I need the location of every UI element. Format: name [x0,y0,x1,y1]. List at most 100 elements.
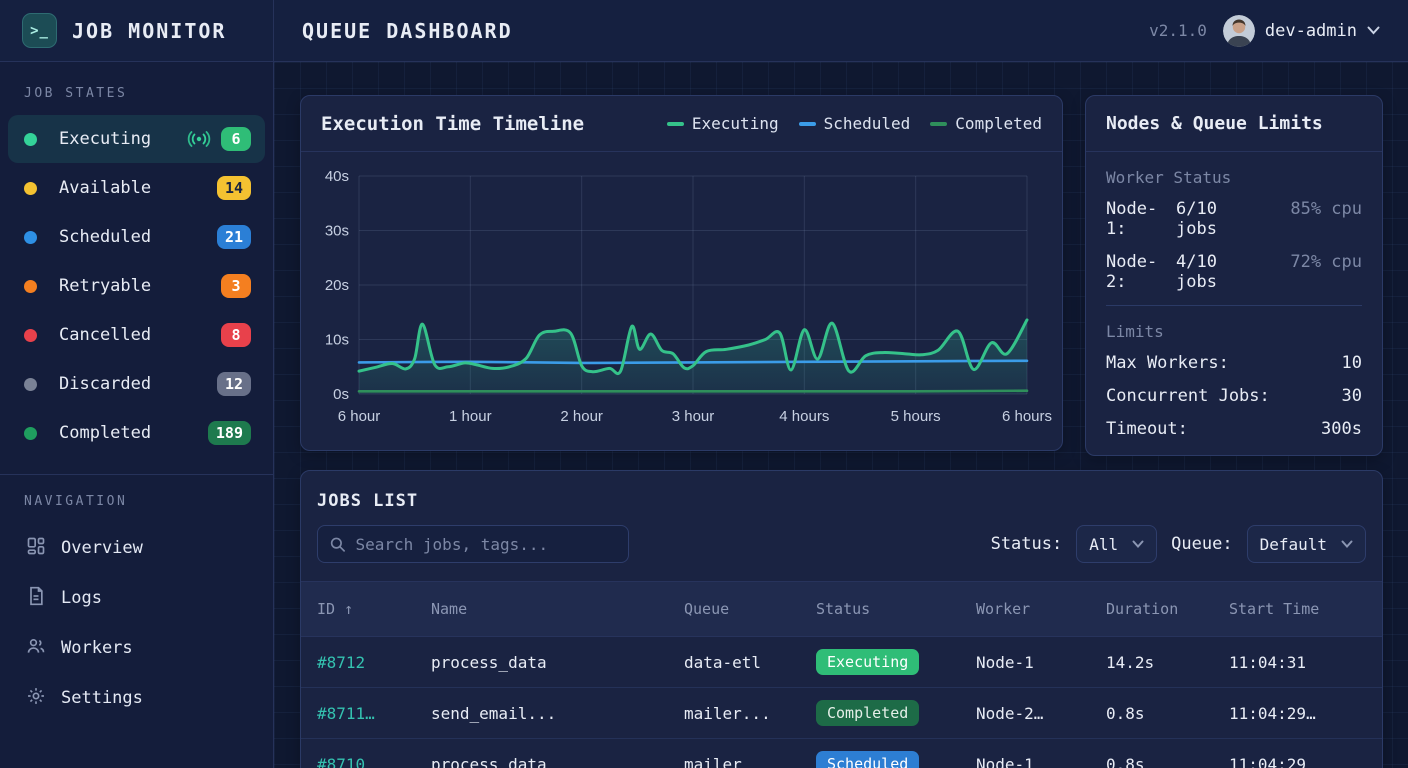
state-label: Available [59,178,152,198]
sidebar: JOB STATES Executing 6 Available 14 Sche… [0,62,274,768]
nav-label: Logs [61,588,102,608]
column-header[interactable]: Worker [976,600,1106,618]
jobs-list-title: JOBS LIST [317,491,419,511]
job-id-link[interactable]: #8711… [317,704,431,723]
column-header[interactable]: Start Time [1229,600,1382,618]
state-dot-icon [24,181,37,195]
legend-item[interactable]: Scheduled [798,114,910,133]
queue-filter-value: Default [1259,534,1327,554]
state-dot-icon [24,377,37,391]
search-box [317,525,629,563]
table-row[interactable]: #8712 process_data data-etl Executing No… [301,637,1382,688]
sidebar-nav-item[interactable]: Logs [0,573,273,623]
svg-text:10s: 10s [325,332,349,349]
limit-row: Concurrent Jobs: 30 [1106,386,1362,406]
worker-status-list: Node-1: 6/10 jobs 85% cpu Node-2: 4/10 jobs 7… [1106,199,1362,292]
column-header[interactable]: Status [816,600,976,618]
legend-label: Completed [955,114,1042,133]
status-filter-select[interactable]: All [1076,525,1158,563]
top-header: >_ JOB MONITOR QUEUE DASHBOARD v2.1.0 de… [0,0,1408,62]
legend-item[interactable]: Executing [666,114,779,133]
search-input[interactable] [355,534,616,554]
svg-text:6 hour: 6 hour [338,408,381,425]
sidebar-nav-item[interactable]: Overview [0,523,273,573]
column-header[interactable]: Queue [684,600,816,618]
legend-item[interactable]: Completed [930,114,1042,133]
app-title: JOB MONITOR [72,18,227,43]
jobs-table-body: #8712 process_data data-etl Executing No… [301,637,1382,768]
sidebar-divider [0,474,273,475]
job-start-time: 11:04:29 [1229,754,1307,768]
main-content: Execution Time Timeline Executing Schedul… [274,62,1408,768]
sidebar-nav-item[interactable]: Workers [0,623,273,673]
table-row[interactable]: #8711… send_email... mailer... Completed… [301,688,1382,739]
column-header[interactable]: Duration [1106,600,1229,618]
limits-heading: Limits [1106,322,1164,341]
sidebar-state-item[interactable]: Available 14 [8,164,265,212]
queue-filter-select[interactable]: Default [1246,525,1366,563]
state-count-badge: 6 [221,127,251,151]
job-queue: data-etl [684,652,762,672]
job-start-time: 11:04:31 [1229,652,1307,672]
app-brand: >_ JOB MONITOR [0,0,274,61]
nav-label: Settings [61,688,143,708]
svg-text:5 hours: 5 hours [891,408,941,425]
sidebar-state-item[interactable]: Executing 6 [8,115,265,163]
job-states-heading: JOB STATES [24,86,128,101]
state-count-badge: 189 [207,421,251,445]
state-dot-icon [24,279,37,293]
nodes-limits-panel: Nodes & Queue Limits Worker Status Node-… [1085,95,1383,456]
job-queue: mailer... [684,703,771,723]
state-count-badge: 8 [221,323,251,347]
state-label: Discarded [59,374,152,394]
navigation-heading: NAVIGATION [24,494,128,509]
job-worker: Node-1 [976,754,1034,768]
sidebar-state-item[interactable]: Retryable 3 [8,262,265,310]
grid-icon [26,536,46,561]
legend-label: Executing [691,114,779,133]
job-queue: mailer [684,754,742,768]
timeline-chart: 0s 10s 20s 30s 40s 6 hour 1 hour 2 hour 3 hour 4 … [301,152,1062,445]
column-header[interactable]: Name [431,600,684,618]
state-dot-icon [24,328,37,342]
svg-text:2 hour: 2 hour [560,408,603,425]
jobs-table-header: ID ↑ Name Queue Status Worker Duration Start T… [301,581,1382,637]
legend-swatch [666,121,684,126]
sidebar-state-item[interactable]: Completed 189 [8,409,265,457]
job-name: send_email... [431,703,557,723]
state-label: Scheduled [59,227,152,247]
jobs-list-panel: JOBS LIST Status: All Queue: Default [300,470,1383,768]
column-header[interactable]: ID ↑ [317,600,431,618]
page-title: QUEUE DASHBOARD [302,18,513,43]
limit-label: Timeout: [1106,419,1188,439]
sidebar-state-item[interactable]: Discarded 12 [8,360,265,408]
worker-status-row: Node-1: 6/10 jobs 85% cpu [1106,199,1362,239]
limit-label: Concurrent Jobs: [1106,386,1270,406]
state-count-badge: 21 [216,225,251,249]
job-name: process_data [431,652,547,672]
user-menu[interactable]: dev-admin [1222,14,1380,47]
sidebar-state-item[interactable]: Scheduled 21 [8,213,265,261]
legend-swatch [930,121,948,126]
sidebar-state-item[interactable]: Cancelled 8 [8,311,265,359]
svg-text:3 hour: 3 hour [672,408,715,425]
users-icon [26,636,46,661]
navigation-list: Overview Logs Workers Settings [0,523,273,723]
limit-value: 10 [1341,353,1362,373]
sidebar-nav-item[interactable]: Settings [0,673,273,723]
state-dot-icon [24,426,37,440]
svg-text:30s: 30s [325,223,349,240]
svg-text:4 hours: 4 hours [779,408,829,425]
job-id-link[interactable]: #8710 [317,755,431,768]
node-name: Node-2: [1106,252,1158,292]
status-badge: Scheduled [816,751,920,768]
node-jobs: 6/10 jobs [1176,199,1217,239]
state-dot-icon [24,132,37,146]
node-cpu: 72% cpu [1290,252,1362,272]
job-id-link[interactable]: #8712 [317,653,431,672]
avatar [1222,14,1255,47]
state-count-badge: 3 [221,274,251,298]
state-label: Completed [59,423,152,443]
state-label: Executing [59,129,152,149]
table-row[interactable]: #8710 process_data mailer Scheduled Node… [301,739,1382,768]
